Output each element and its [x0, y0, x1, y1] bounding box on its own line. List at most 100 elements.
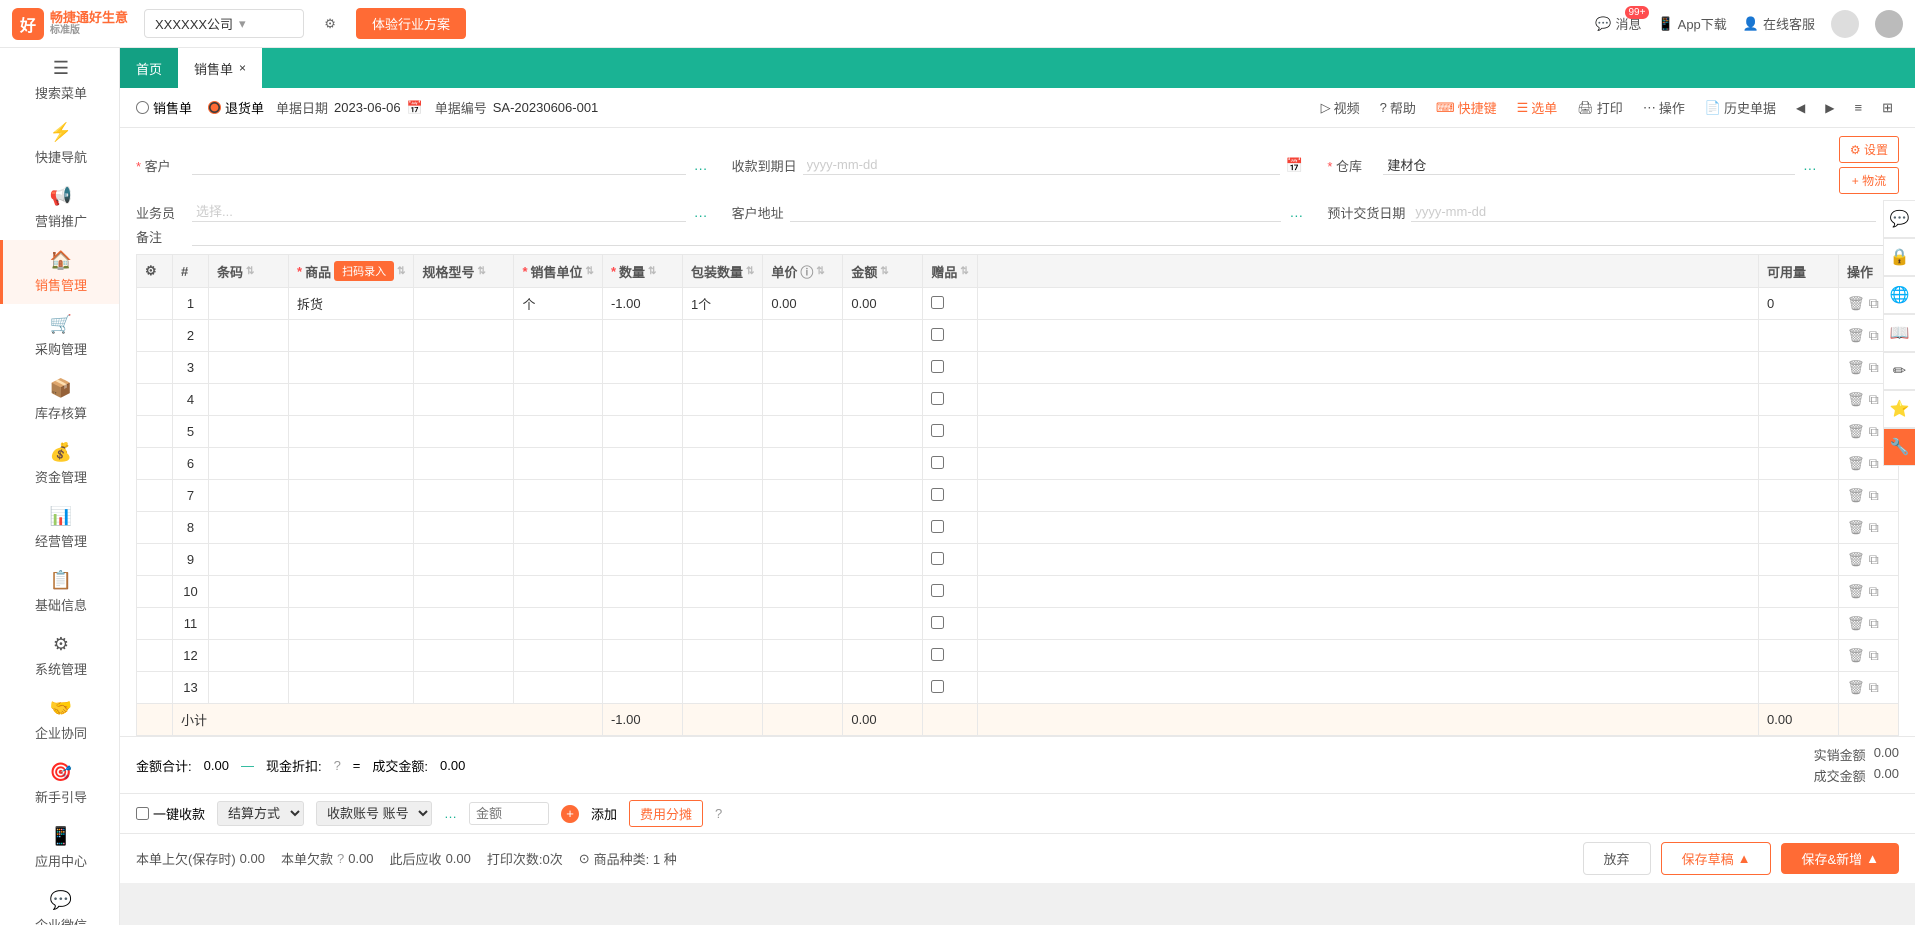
sort-icon[interactable]: ⇅ [246, 266, 254, 277]
sidebar-item-wechat[interactable]: 💬 企业微信 [0, 880, 119, 925]
row-amount-4[interactable] [843, 416, 923, 448]
row-amount-3[interactable] [843, 384, 923, 416]
row-price-7[interactable] [763, 512, 843, 544]
row-product-0[interactable]: 拆货 [289, 288, 414, 320]
row-unit-0[interactable]: 个 [514, 288, 602, 320]
video-btn[interactable]: ▷ 视频 [1315, 96, 1366, 119]
row-price-10[interactable] [763, 608, 843, 640]
list-view-btn[interactable]: ≡ [1849, 98, 1869, 117]
row-unit-6[interactable] [514, 480, 602, 512]
row-unit-5[interactable] [514, 448, 602, 480]
copy-icon-7[interactable]: ⧉ [1869, 519, 1879, 536]
row-barcode-0[interactable] [209, 288, 289, 320]
row-spec-0[interactable] [414, 288, 514, 320]
row-pkg-2[interactable] [682, 352, 762, 384]
row-price-9[interactable] [763, 576, 843, 608]
row-qty-5[interactable] [602, 448, 682, 480]
float-btn-web[interactable]: 🌐 [1883, 276, 1915, 314]
sidebar-item-marketing[interactable]: 📢 营销推广 [0, 176, 119, 240]
row-gift-8[interactable] [923, 544, 977, 576]
row-unit-2[interactable] [514, 352, 602, 384]
grid-view-btn[interactable]: ⊞ [1876, 98, 1899, 118]
row-product-1[interactable] [289, 320, 414, 352]
row-product-5[interactable] [289, 448, 414, 480]
delete-icon-2[interactable]: 🗑 [1847, 359, 1865, 376]
pkg-sort-icon[interactable]: ⇅ [746, 266, 754, 277]
row-barcode-4[interactable] [209, 416, 289, 448]
copy-icon-12[interactable]: ⧉ [1869, 679, 1879, 696]
payment-help-icon[interactable]: ? [715, 806, 722, 821]
add-payment-button[interactable]: + [561, 805, 579, 823]
calendar-icon[interactable]: 📅 [407, 100, 423, 116]
expected-date-input[interactable] [1411, 202, 1875, 222]
row-price-2[interactable] [763, 352, 843, 384]
row-gift-9[interactable] [923, 576, 977, 608]
gift-checkbox-2[interactable] [931, 360, 944, 373]
float-btn-chat[interactable]: 💬 [1883, 200, 1915, 238]
row-price-0[interactable]: 0.00 [763, 288, 843, 320]
gift-checkbox-11[interactable] [931, 648, 944, 661]
delete-icon-4[interactable]: 🗑 [1847, 423, 1865, 440]
row-product-7[interactable] [289, 512, 414, 544]
copy-icon-11[interactable]: ⧉ [1869, 647, 1879, 664]
delete-icon-11[interactable]: 🗑 [1847, 647, 1865, 664]
gift-checkbox-3[interactable] [931, 392, 944, 405]
row-unit-4[interactable] [514, 416, 602, 448]
gift-checkbox-4[interactable] [931, 424, 944, 437]
delete-icon-10[interactable]: 🗑 [1847, 615, 1865, 632]
row-pkg-5[interactable] [682, 448, 762, 480]
row-barcode-10[interactable] [209, 608, 289, 640]
discard-button[interactable]: 放弃 [1583, 842, 1651, 875]
sidebar-item-quick-nav[interactable]: ⚡ 快捷导航 [0, 112, 119, 176]
sidebar-item-purchase[interactable]: 🛒 采购管理 [0, 304, 119, 368]
copy-icon-0[interactable]: ⧉ [1869, 295, 1879, 312]
sidebar-item-basic-info[interactable]: 📋 基础信息 [0, 560, 119, 624]
row-qty-4[interactable] [602, 416, 682, 448]
row-product-6[interactable] [289, 480, 414, 512]
row-amount-7[interactable] [843, 512, 923, 544]
row-gift-7[interactable] [923, 512, 977, 544]
row-price-5[interactable] [763, 448, 843, 480]
gift-checkbox-7[interactable] [931, 520, 944, 533]
sidebar-item-guide[interactable]: 🎯 新手引导 [0, 752, 119, 816]
scan-button[interactable]: 扫码录入 [334, 261, 394, 281]
row-pkg-12[interactable] [682, 672, 762, 704]
row-qty-8[interactable] [602, 544, 682, 576]
row-qty-11[interactable] [602, 640, 682, 672]
tab-sales-order[interactable]: 销售单 × [178, 48, 262, 88]
row-gift-2[interactable] [923, 352, 977, 384]
row-unit-3[interactable] [514, 384, 602, 416]
row-amount-6[interactable] [843, 480, 923, 512]
row-gift-3[interactable] [923, 384, 977, 416]
radio-return[interactable]: 退货单 [208, 98, 264, 117]
row-pkg-9[interactable] [682, 576, 762, 608]
radio-sales-input[interactable] [136, 101, 149, 114]
sidebar-item-inventory[interactable]: 📦 库存核算 [0, 368, 119, 432]
row-amount-5[interactable] [843, 448, 923, 480]
row-product-9[interactable] [289, 576, 414, 608]
salesperson-dots-icon[interactable]: … [694, 204, 708, 220]
row-barcode-6[interactable] [209, 480, 289, 512]
row-amount-1[interactable] [843, 320, 923, 352]
question-icon[interactable]: ? [334, 758, 341, 773]
row-barcode-8[interactable] [209, 544, 289, 576]
row-price-8[interactable] [763, 544, 843, 576]
row-pkg-1[interactable] [682, 320, 762, 352]
copy-icon-9[interactable]: ⧉ [1869, 583, 1879, 600]
row-unit-10[interactable] [514, 608, 602, 640]
settings-right-button[interactable]: ⚙ 设置 [1839, 136, 1899, 163]
row-spec-8[interactable] [414, 544, 514, 576]
delete-icon-12[interactable]: 🗑 [1847, 679, 1865, 696]
gift-checkbox-9[interactable] [931, 584, 944, 597]
customer-input[interactable] [192, 155, 686, 175]
row-price-3[interactable] [763, 384, 843, 416]
row-gift-0[interactable] [923, 288, 977, 320]
delete-icon-6[interactable]: 🗑 [1847, 487, 1865, 504]
payment-method-select[interactable]: 结算方式 [217, 801, 304, 826]
row-qty-3[interactable] [602, 384, 682, 416]
row-amount-11[interactable] [843, 640, 923, 672]
row-unit-9[interactable] [514, 576, 602, 608]
row-unit-11[interactable] [514, 640, 602, 672]
logistics-right-button[interactable]: + 物流 [1839, 167, 1899, 194]
payment-account-select[interactable]: 收款账号 账号 [316, 801, 432, 826]
